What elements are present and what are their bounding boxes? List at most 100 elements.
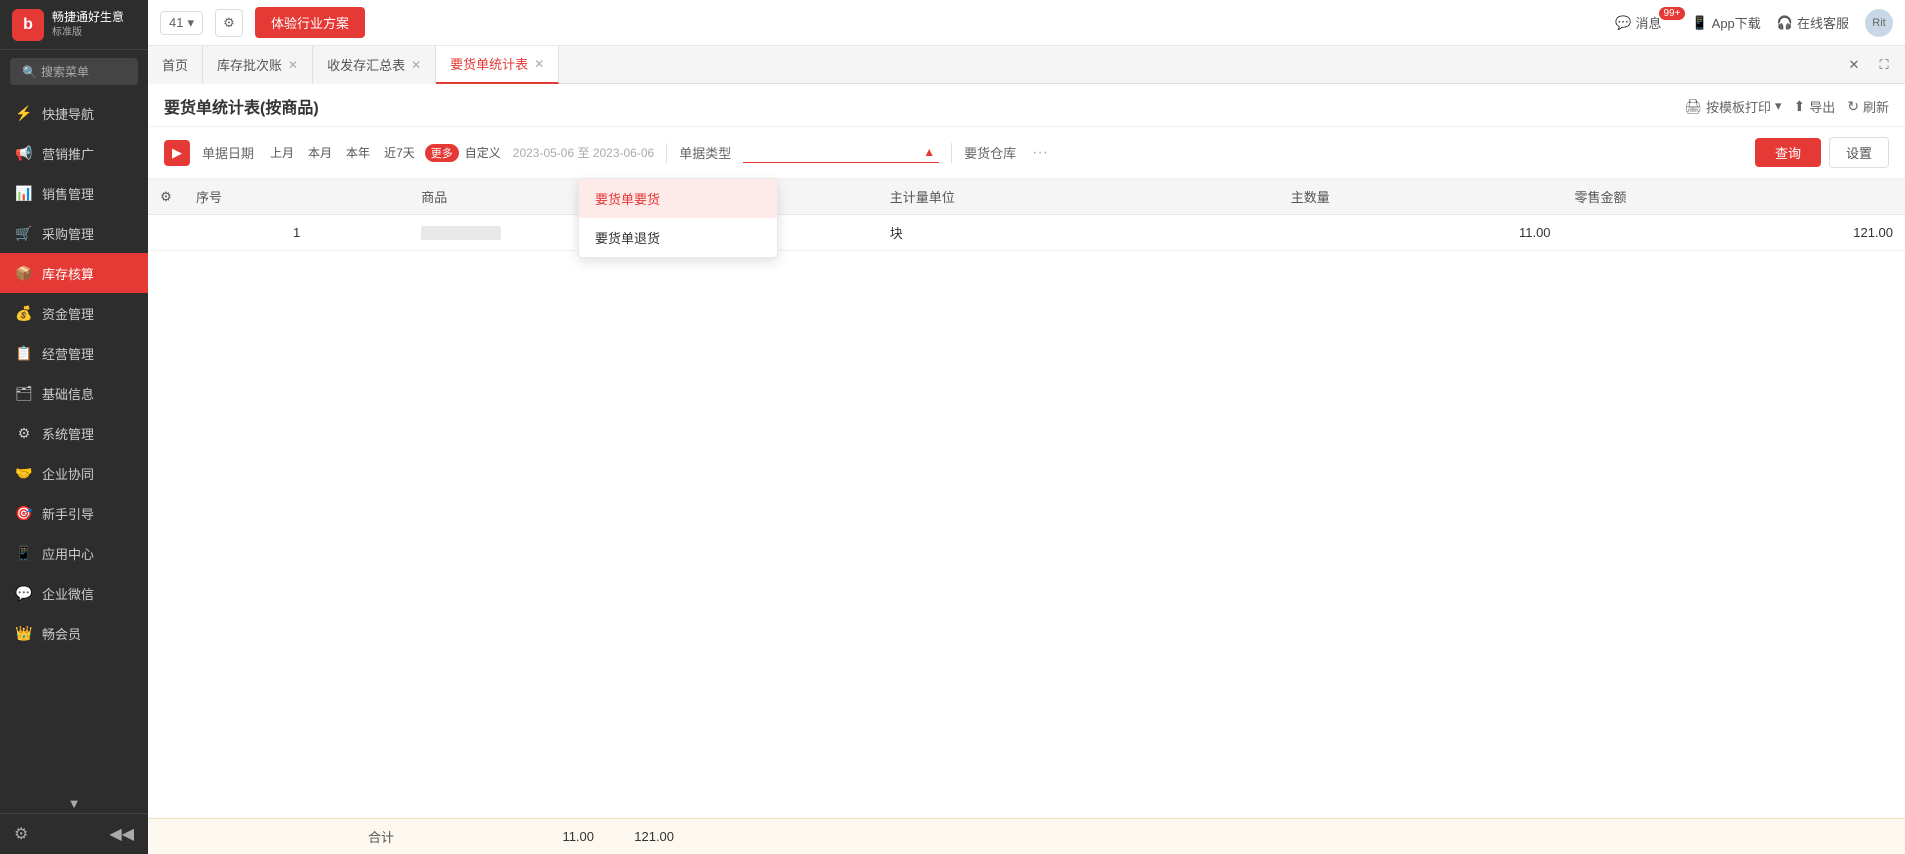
type-chevron-up-icon[interactable]: ▲ bbox=[923, 145, 935, 159]
sidebar-item-quick-nav[interactable]: ⚡ 快捷导航 bbox=[0, 93, 148, 133]
cell-quantity: 11.00 bbox=[1279, 215, 1563, 251]
guide-icon: 🎯 bbox=[14, 503, 34, 523]
tab-close-receivables[interactable]: ✕ bbox=[411, 58, 421, 72]
app-logo-text: 畅捷通好生意 标准版 bbox=[52, 10, 124, 39]
sidebar-item-operations[interactable]: 📋 经营管理 bbox=[0, 333, 148, 373]
dropdown-item-requisition-order[interactable]: 要货单要货 bbox=[579, 179, 777, 218]
tab-requisition[interactable]: 要货单统计表 ✕ bbox=[436, 46, 559, 84]
search-icon: 🔍 bbox=[22, 65, 37, 79]
enterprise-icon: 🤝 bbox=[14, 463, 34, 483]
data-table: ⚙ 序号 商品 主计量单位 主数量 零售金额 1 bbox=[148, 179, 1905, 251]
filter-more-button[interactable]: ··· bbox=[1032, 144, 1048, 162]
operations-icon: 📋 bbox=[14, 343, 34, 363]
export-icon: ⬆ bbox=[1794, 98, 1806, 115]
sidebar-item-marketing[interactable]: 📢 营销推广 bbox=[0, 133, 148, 173]
enterprise-wechat-icon: 💬 bbox=[14, 583, 34, 603]
sidebar-scroll-down[interactable]: ▼ bbox=[0, 793, 148, 813]
app-logo-icon: b bbox=[12, 9, 44, 41]
online-service-button[interactable]: 🎧 在线客服 bbox=[1777, 13, 1849, 32]
tab-bar-actions: ✕ ⛶ bbox=[1841, 52, 1905, 78]
filter-actions: 查询 设置 bbox=[1755, 137, 1889, 168]
settings-bottom-icon[interactable]: ⚙ bbox=[14, 824, 28, 844]
table-row: 1 块 11.00 121.00 bbox=[148, 215, 1905, 251]
sidebar-bottom: ⚙ ◀◀ bbox=[0, 813, 148, 854]
top-header: 41 ▾ ⚙ 体验行业方案 💬 消息 99+ 📱 App下载 🎧 在线客服 bbox=[148, 0, 1905, 46]
warehouse-label: 要货仓库 bbox=[964, 143, 1016, 162]
col-row-num: 序号 bbox=[184, 179, 409, 215]
tab-expand-button[interactable]: ⛶ bbox=[1871, 52, 1897, 78]
date-this-month[interactable]: 本月 bbox=[304, 142, 336, 163]
sidebar-item-vip[interactable]: 👑 畅会员 bbox=[0, 613, 148, 653]
export-button[interactable]: ⬆ 导出 bbox=[1794, 97, 1836, 116]
messages-button[interactable]: 💬 消息 99+ bbox=[1615, 13, 1675, 32]
service-icon: 🎧 bbox=[1777, 15, 1793, 31]
tab-close-all-button[interactable]: ✕ bbox=[1841, 52, 1867, 78]
page-title: 要货单统计表(按商品) bbox=[164, 94, 319, 118]
app-download-button[interactable]: 📱 App下载 bbox=[1691, 13, 1760, 32]
inventory-icon: 📦 bbox=[14, 263, 34, 283]
date-range-display: 2023-05-06 至 2023-06-06 bbox=[513, 144, 654, 161]
query-button[interactable]: 查询 bbox=[1755, 138, 1821, 167]
tab-home[interactable]: 首页 bbox=[148, 46, 203, 84]
tab-batch[interactable]: 库存批次账 ✕ bbox=[203, 46, 313, 84]
purchase-icon: 🛒 bbox=[14, 223, 34, 243]
table-footer: 合计 11.00 121.00 bbox=[148, 818, 1905, 854]
dropdown-item-requisition-return[interactable]: 要货单退货 bbox=[579, 218, 777, 257]
system-icon: ⚙ bbox=[14, 423, 34, 443]
col-settings[interactable]: ⚙ bbox=[148, 179, 184, 215]
refresh-icon: ↻ bbox=[1847, 98, 1859, 115]
sidebar-item-guide[interactable]: 🎯 新手引导 bbox=[0, 493, 148, 533]
sidebar-item-finance[interactable]: 💰 资金管理 bbox=[0, 293, 148, 333]
col-quantity: 主数量 bbox=[1279, 179, 1563, 215]
date-last-month[interactable]: 上月 bbox=[266, 142, 298, 163]
type-label: 单据类型 bbox=[679, 143, 731, 162]
sidebar-item-basic-info[interactable]: 🗂 基础信息 bbox=[0, 373, 148, 413]
sidebar-item-system[interactable]: ⚙ 系统管理 bbox=[0, 413, 148, 453]
table-header-row: ⚙ 序号 商品 主计量单位 主数量 零售金额 bbox=[148, 179, 1905, 215]
collapse-sidebar-icon[interactable]: ◀◀ bbox=[109, 824, 134, 844]
marketing-icon: 📢 bbox=[14, 143, 34, 163]
sidebar-item-inventory[interactable]: 📦 库存核算 bbox=[0, 253, 148, 293]
col-amount: 零售金额 bbox=[1563, 179, 1905, 215]
refresh-button[interactable]: ↻ 刷新 bbox=[1847, 97, 1889, 116]
vip-icon: 👑 bbox=[14, 623, 34, 643]
header-right: 💬 消息 99+ 📱 App下载 🎧 在线客服 Rit bbox=[1615, 9, 1893, 37]
sidebar: b 畅捷通好生意 标准版 🔍 搜索菜单 ⚡ 快捷导航 📢 营销推广 📊 销售管理… bbox=[0, 0, 148, 854]
sidebar-item-app-center[interactable]: 📱 应用中心 bbox=[0, 533, 148, 573]
app-center-icon: 📱 bbox=[14, 543, 34, 563]
content-area: 要货单统计表(按商品) 🖨 按模板打印 ▾ ⬆ 导出 ↻ 刷新 bbox=[148, 84, 1905, 854]
sidebar-search[interactable]: 🔍 搜索菜单 bbox=[10, 58, 138, 85]
tab-receivables[interactable]: 收发存汇总表 ✕ bbox=[313, 46, 436, 84]
sidebar-item-purchase[interactable]: 🛒 采购管理 bbox=[0, 213, 148, 253]
date-7days[interactable]: 近7天 bbox=[380, 142, 419, 163]
chevron-down-icon: ▾ bbox=[187, 15, 194, 31]
footer-total-label: 合计 bbox=[196, 827, 406, 846]
footer-amount: 121.00 bbox=[606, 829, 686, 844]
print-button[interactable]: 🖨 按模板打印 ▾ bbox=[1684, 97, 1781, 116]
sidebar-item-enterprise[interactable]: 🤝 企业协同 bbox=[0, 453, 148, 493]
download-icon: 📱 bbox=[1691, 15, 1707, 31]
sidebar-item-enterprise-wechat[interactable]: 💬 企业微信 bbox=[0, 573, 148, 613]
filter-expand-button[interactable]: ▶ bbox=[164, 140, 190, 166]
settings-button[interactable]: 设置 bbox=[1829, 137, 1889, 168]
gear-button[interactable]: ⚙ bbox=[215, 9, 243, 37]
date-custom[interactable]: 自定义 bbox=[465, 144, 501, 161]
tab-bar: 首页 库存批次账 ✕ 收发存汇总表 ✕ 要货单统计表 ✕ ✕ ⛶ bbox=[148, 46, 1905, 84]
filter-separator-2 bbox=[951, 143, 952, 163]
expand-icon: ▶ bbox=[172, 145, 182, 161]
type-input-container[interactable]: ▲ bbox=[743, 143, 939, 163]
tab-close-batch[interactable]: ✕ bbox=[288, 58, 298, 72]
company-selector[interactable]: 41 ▾ bbox=[160, 11, 203, 35]
footer-quantity: 11.00 bbox=[526, 829, 606, 844]
date-this-year[interactable]: 本年 bbox=[342, 142, 374, 163]
table-container: ⚙ 序号 商品 主计量单位 主数量 零售金额 1 bbox=[148, 179, 1905, 818]
sidebar-item-sales[interactable]: 📊 销售管理 bbox=[0, 173, 148, 213]
date-shortcuts: 上月 本月 本年 近7天 更多 自定义 bbox=[266, 142, 501, 163]
finance-icon: 💰 bbox=[14, 303, 34, 323]
page-title-bar: 要货单统计表(按商品) 🖨 按模板打印 ▾ ⬆ 导出 ↻ 刷新 bbox=[148, 84, 1905, 127]
tab-close-requisition[interactable]: ✕ bbox=[534, 57, 544, 71]
type-input[interactable] bbox=[747, 145, 923, 160]
date-more-badge[interactable]: 更多 bbox=[425, 144, 459, 162]
user-avatar-button[interactable]: Rit bbox=[1865, 9, 1893, 37]
trial-button[interactable]: 体验行业方案 bbox=[255, 7, 365, 38]
